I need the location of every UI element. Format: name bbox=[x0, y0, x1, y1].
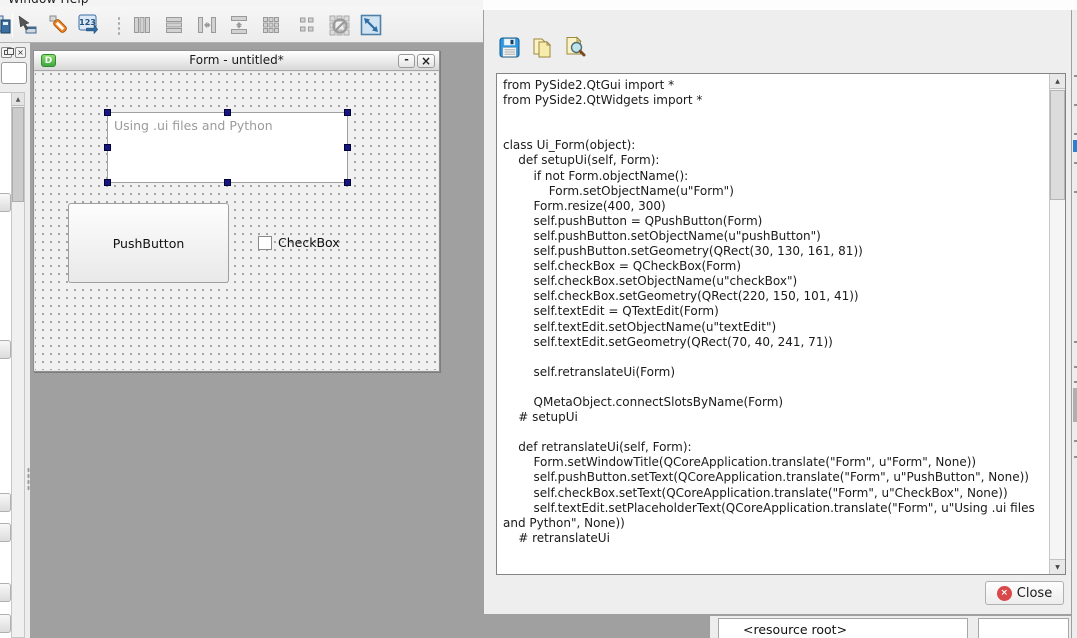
toolbar-separator bbox=[12, 13, 13, 37]
widget-box-category-header[interactable] bbox=[0, 193, 11, 212]
copy-icon[interactable] bbox=[529, 34, 555, 60]
resource-browser-panel: <resource root> bbox=[710, 616, 1071, 638]
code-preview-dialog: from PySide2.QtGui import * from PySide2… bbox=[483, 10, 1071, 615]
selection-handle-sw[interactable] bbox=[104, 179, 111, 186]
find-icon[interactable] bbox=[562, 34, 588, 60]
menubar-items[interactable]: Window Help bbox=[8, 0, 89, 6]
layout-horizontal-splitter-icon[interactable] bbox=[194, 12, 220, 38]
widget-box-category-header[interactable] bbox=[0, 614, 11, 633]
edit-tab-order-icon[interactable]: 123 bbox=[76, 12, 102, 38]
widget-box-scrollbar-thumb[interactable] bbox=[12, 107, 24, 202]
resource-root-item[interactable]: <resource root> bbox=[719, 619, 967, 637]
widget-box-category-header[interactable] bbox=[0, 523, 11, 542]
close-icon: × bbox=[997, 586, 1012, 601]
widget-box-category-header[interactable] bbox=[0, 583, 11, 602]
svg-text:123: 123 bbox=[79, 18, 96, 27]
selection-handle-w[interactable] bbox=[104, 144, 111, 151]
widget-box-list bbox=[0, 92, 11, 638]
widget-box-category-header[interactable] bbox=[0, 493, 11, 512]
selection-handle-s[interactable] bbox=[224, 179, 231, 186]
checkbox-widget[interactable]: CheckBox bbox=[258, 222, 359, 263]
edit-signals-slots-icon[interactable] bbox=[14, 12, 40, 38]
pushbutton-widget[interactable]: PushButton bbox=[68, 203, 229, 283]
right-scrollbar-thumb[interactable] bbox=[1073, 388, 1077, 422]
code-scrollbar-thumb[interactable] bbox=[1050, 90, 1065, 200]
dock-splitter-handle[interactable] bbox=[27, 467, 30, 491]
save-icon[interactable] bbox=[496, 34, 522, 60]
adjust-size-icon[interactable] bbox=[358, 12, 384, 38]
close-button[interactable]: × Close bbox=[985, 581, 1064, 605]
form-titlebar[interactable]: D Form - untitled* - × bbox=[34, 51, 439, 71]
widget-box-scrollbar[interactable]: ▲ bbox=[11, 92, 25, 638]
layout-form-icon[interactable] bbox=[294, 12, 320, 38]
selected-item-sliver bbox=[1073, 140, 1077, 152]
close-button-label: Close bbox=[1017, 586, 1052, 601]
layout-vertical-icon[interactable] bbox=[161, 12, 187, 38]
form-canvas[interactable]: Using .ui files and Python PushButton Ch… bbox=[34, 71, 439, 371]
selection-handle-e[interactable] bbox=[344, 144, 351, 151]
resource-list[interactable] bbox=[978, 618, 1069, 638]
selection-handle-ne[interactable] bbox=[344, 109, 351, 116]
layout-horizontal-icon[interactable] bbox=[129, 12, 155, 38]
resource-tree[interactable]: <resource root> bbox=[718, 618, 968, 638]
form-window-title: Form - untitled* bbox=[34, 53, 439, 67]
checkbox-box[interactable] bbox=[258, 236, 272, 250]
scroll-down-icon[interactable]: ▼ bbox=[1050, 559, 1065, 574]
checkbox-label: CheckBox bbox=[278, 235, 340, 250]
edit-buddies-icon[interactable] bbox=[46, 12, 72, 38]
close-icon: × bbox=[17, 49, 24, 57]
code-viewer[interactable]: from PySide2.QtGui import * from PySide2… bbox=[496, 73, 1066, 575]
selection-handle-nw[interactable] bbox=[104, 109, 111, 116]
form-designer-window: D Form - untitled* - × Using .ui files a… bbox=[33, 50, 440, 372]
break-layout-icon[interactable] bbox=[326, 12, 352, 38]
code-preview-toolbar bbox=[496, 34, 588, 64]
layout-grid-icon[interactable] bbox=[258, 12, 284, 38]
widget-box-search-input[interactable] bbox=[1, 62, 27, 84]
form-close-button[interactable]: × bbox=[417, 54, 435, 68]
textedit-placeholder: Using .ui files and Python bbox=[108, 113, 347, 138]
layout-vertical-splitter-icon[interactable] bbox=[226, 12, 252, 38]
widget-box-float-button[interactable] bbox=[1, 47, 12, 58]
generated-code[interactable]: from PySide2.QtGui import * from PySide2… bbox=[497, 74, 1049, 574]
float-icon bbox=[4, 50, 9, 55]
qt-designer-screen: Window Help bbox=[0, 0, 1077, 638]
dialog-top-strip bbox=[483, 0, 1077, 10]
right-dock-sliver bbox=[1071, 10, 1077, 638]
widget-box-panel: × ▲ bbox=[0, 43, 30, 638]
widget-box-close-button[interactable]: × bbox=[15, 47, 26, 58]
code-scrollbar[interactable]: ▲ ▼ bbox=[1049, 74, 1065, 574]
selection-handle-n[interactable] bbox=[224, 109, 231, 116]
selection-handle-se[interactable] bbox=[344, 179, 351, 186]
edit-widgets-icon[interactable] bbox=[0, 12, 11, 38]
toolbar-drag-handle[interactable] bbox=[117, 16, 121, 36]
widget-box-category-header[interactable] bbox=[0, 340, 11, 359]
textedit-widget[interactable]: Using .ui files and Python bbox=[107, 112, 348, 183]
scroll-up-icon[interactable]: ▲ bbox=[1050, 74, 1065, 89]
form-minimize-button[interactable]: - bbox=[398, 54, 415, 68]
scroll-up-icon[interactable]: ▲ bbox=[12, 93, 24, 106]
